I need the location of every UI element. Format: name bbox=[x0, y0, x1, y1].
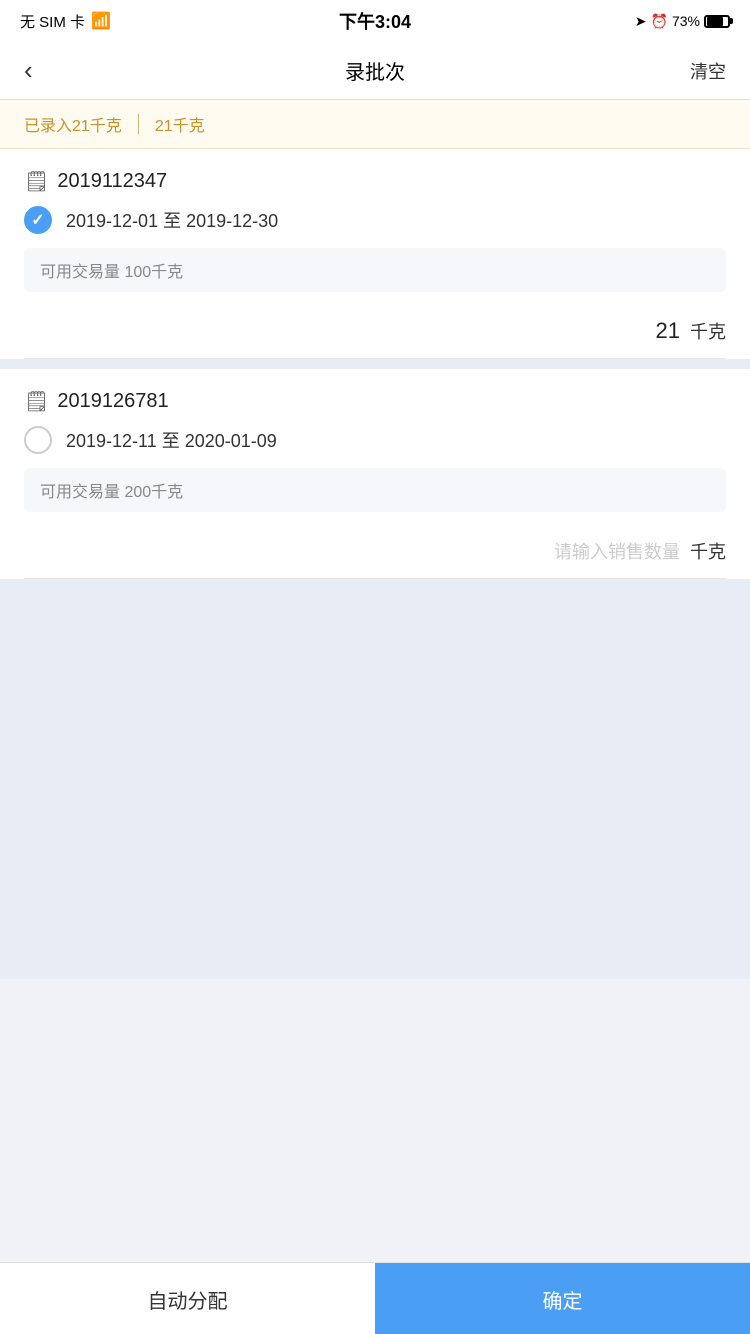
batch1-doc-icon: 🗒 bbox=[24, 169, 49, 194]
location-icon: ➤ bbox=[635, 13, 647, 30]
batch2-availability-text: 可用交易量 200千克 bbox=[40, 484, 183, 501]
page-title: 录批次 bbox=[345, 56, 405, 85]
clear-button[interactable]: 清空 bbox=[690, 58, 726, 84]
batch1-availability-text: 可用交易量 100千克 bbox=[40, 264, 183, 281]
info-divider bbox=[138, 114, 139, 134]
batch2-date-row[interactable]: 2019-12-11 至 2020-01-09 bbox=[24, 426, 726, 454]
info-label: 已录入21千克 bbox=[24, 112, 122, 136]
alarm-icon: ⏰ bbox=[651, 13, 668, 30]
status-time: 下午3:04 bbox=[339, 8, 411, 34]
back-button[interactable]: ‹ bbox=[24, 55, 33, 86]
battery-bar bbox=[704, 15, 730, 28]
batch2-availability: 可用交易量 200千克 bbox=[24, 468, 726, 512]
battery-percent: 73% bbox=[672, 13, 700, 29]
empty-area bbox=[0, 579, 750, 979]
batch1-date-row[interactable]: 2019-12-01 至 2019-12-30 bbox=[24, 206, 726, 234]
batch2-date-range: 2019-12-11 至 2020-01-09 bbox=[66, 427, 277, 453]
batch2-card: 🗒 2019126781 2019-12-11 至 2020-01-09 可用交… bbox=[0, 369, 750, 579]
batch1-card: 🗒 2019112347 2019-12-01 至 2019-12-30 可用交… bbox=[0, 149, 750, 359]
nav-bar: ‹ 录批次 清空 bbox=[0, 42, 750, 100]
batch1-unit: 千克 bbox=[690, 318, 726, 344]
info-banner: 已录入21千克 21千克 bbox=[0, 100, 750, 149]
batch1-header: 🗒 2019112347 bbox=[24, 169, 726, 194]
batch1-date-range: 2019-12-01 至 2019-12-30 bbox=[66, 207, 278, 233]
batch2-unit: 千克 bbox=[690, 538, 726, 564]
batch2-doc-icon: 🗒 bbox=[24, 389, 49, 414]
batch2-radio[interactable] bbox=[24, 426, 52, 454]
batch2-quantity-placeholder: 请输入销售数量 bbox=[554, 538, 680, 564]
batch2-header: 🗒 2019126781 bbox=[24, 389, 726, 414]
bottom-bar: 自动分配 确定 bbox=[0, 1262, 750, 1334]
carrier-label: 无 SIM 卡 bbox=[20, 11, 85, 32]
batch2-number: 2019126781 bbox=[57, 390, 168, 413]
section-separator-1 bbox=[0, 359, 750, 369]
batch1-number: 2019112347 bbox=[57, 170, 167, 193]
batch2-quantity-row: 请输入销售数量 千克 bbox=[24, 528, 726, 579]
batch1-availability: 可用交易量 100千克 bbox=[24, 248, 726, 292]
auto-distribute-button[interactable]: 自动分配 bbox=[0, 1263, 375, 1334]
battery-fill bbox=[707, 17, 723, 26]
batch1-quantity-row: 千克 bbox=[24, 308, 726, 359]
batch1-radio[interactable] bbox=[24, 206, 52, 234]
wifi-icon: 📶 bbox=[91, 11, 111, 31]
status-right: ➤ ⏰ 73% bbox=[635, 13, 730, 30]
confirm-button[interactable]: 确定 bbox=[375, 1263, 750, 1334]
status-bar: 无 SIM 卡 📶 下午3:04 ➤ ⏰ 73% bbox=[0, 0, 750, 42]
info-value: 21千克 bbox=[155, 112, 205, 136]
status-left: 无 SIM 卡 📶 bbox=[20, 11, 111, 32]
batch1-quantity-input[interactable] bbox=[600, 318, 680, 344]
